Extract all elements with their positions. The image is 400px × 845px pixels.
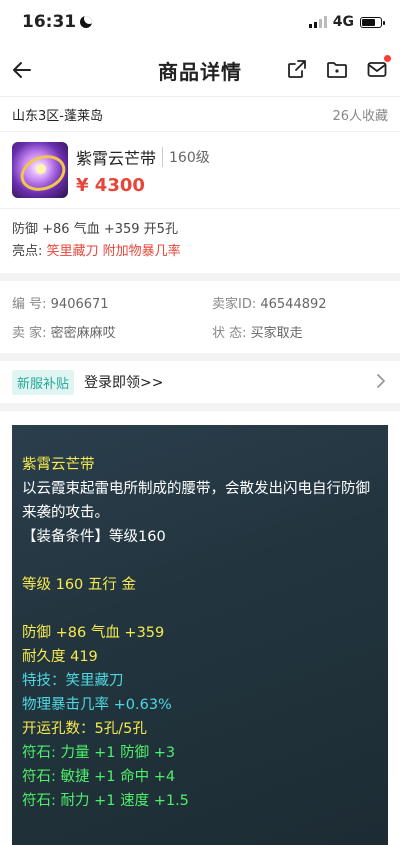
item-price: ¥ 4300 <box>76 174 145 196</box>
item-info: 紫霄云芒带 160级 ¥ 4300 <box>76 142 210 198</box>
listing-card: 山东3区-蓬莱岛 26人收藏 紫霄云芒带 160级 ¥ 4300 防御 +86 … <box>0 97 400 273</box>
desc-text: 以云霞束起雷电所制成的腰带，会散发出闪电自行防御来袭的攻击。 <box>22 481 370 521</box>
highlight-line: 亮点: 笑里藏刀 附加物暴几率 <box>12 241 388 263</box>
desc-crit: 物理暴击几率 +0.63% <box>22 697 172 713</box>
promo-badge: 新服补贴 <box>12 369 75 395</box>
trade-state: 状 态: 买家取走 <box>212 326 303 341</box>
status-indicators: 4G <box>308 14 385 30</box>
item-name: 紫霄云芒带 <box>76 148 157 168</box>
back-arrow-icon <box>13 62 31 78</box>
desc-stats: 防御 +86 气血 +359 <box>22 625 165 641</box>
server-row: 山东3区-蓬莱岛 26人收藏 <box>0 97 400 132</box>
nav-bar: 商品详情 <box>0 44 400 97</box>
chevron-right-icon <box>377 374 385 388</box>
share-icon <box>288 60 306 78</box>
highlight-text: 笑里藏刀 附加物暴几率 <box>46 244 181 259</box>
attribute-block: 防御 +86 气血 +359 开5孔 亮点: 笑里藏刀 附加物暴几率 <box>0 209 400 273</box>
desc-rune-1: 符石: 力量 +1 防御 +3 <box>22 745 176 761</box>
desc-requirement: 【装备条件】等级160 <box>22 529 166 545</box>
item-thumbnail[interactable] <box>12 142 68 198</box>
status-time: 16:31 <box>22 12 93 32</box>
item-row: 紫霄云芒带 160级 ¥ 4300 <box>0 132 400 209</box>
highlight-label: 亮点: <box>12 244 47 259</box>
back-button[interactable] <box>8 56 36 84</box>
folder-star-icon <box>327 62 347 78</box>
seller-id: 卖家ID: 46544892 <box>212 297 327 312</box>
desc-rune-3: 符石: 耐力 +1 速度 +1.5 <box>22 793 189 809</box>
signal-icon <box>308 16 327 28</box>
desc-rune-2: 符石: 敏捷 +1 命中 +4 <box>22 769 176 785</box>
status-bar: 16:31 4G <box>0 0 400 44</box>
promo-banner[interactable]: 新服补贴 登录即领>> <box>0 361 400 403</box>
notification-dot <box>384 55 391 62</box>
share-button[interactable] <box>284 56 310 82</box>
clock-text: 16:31 <box>22 12 77 32</box>
attribute-summary: 防御 +86 气血 +359 开5孔 <box>12 222 178 237</box>
desc-holes: 开运孔数：5孔/5孔 <box>22 721 147 737</box>
item-level: 160级 <box>162 146 210 167</box>
seller-name: 卖 家: 密密麻麻哎 <box>12 326 116 341</box>
promo-text: 登录即领>> <box>84 375 164 391</box>
moon-icon <box>80 16 93 28</box>
item-description-panel: 紫霄云芒带 以云霞束起雷电所制成的腰带，会散发出闪电自行防御来袭的攻击。 【装备… <box>12 425 388 845</box>
messages-button[interactable] <box>364 55 391 82</box>
desc-durability: 耐久度 419 <box>22 649 98 665</box>
item-id: 编 号: 9406671 <box>12 297 109 312</box>
desc-skill: 特技：笑里藏刀 <box>22 673 124 689</box>
trade-info: 编 号: 9406671 卖家ID: 46544892 卖 家: 密密麻麻哎 状… <box>0 281 400 353</box>
nav-actions <box>284 55 391 82</box>
desc-level: 等级 160 五行 金 <box>22 577 137 593</box>
battery-icon <box>360 16 385 28</box>
desc-item-name: 紫霄云芒带 <box>22 457 95 473</box>
favorite-count: 26人收藏 <box>332 108 388 124</box>
favorite-folder-button[interactable] <box>324 56 350 82</box>
network-label: 4G <box>332 14 354 30</box>
server-name: 山东3区-蓬莱岛 <box>12 108 103 124</box>
